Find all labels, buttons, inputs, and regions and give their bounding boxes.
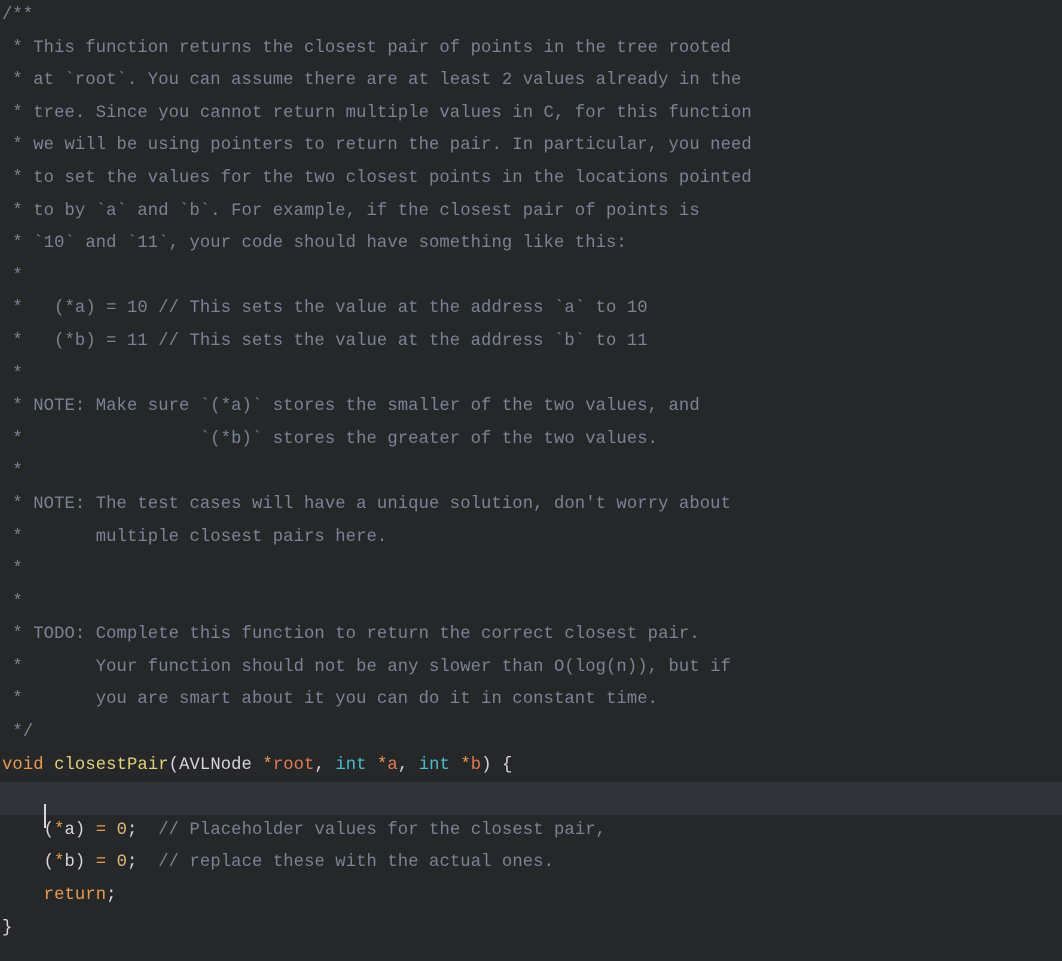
- code-line[interactable]: * tree. Since you cannot return multiple…: [0, 98, 1062, 131]
- code-line[interactable]: void closestPair(AVLNode *root, int *a, …: [0, 750, 1062, 783]
- code-token: }: [2, 919, 12, 938]
- code-token: [106, 853, 116, 872]
- code-token: *: [2, 560, 23, 579]
- code-token: * to by `a` and `b`. For example, if the…: [2, 202, 700, 221]
- code-token: int: [335, 756, 366, 775]
- code-token: *: [377, 756, 387, 775]
- code-token: * NOTE: Make sure `(*a)` stores the smal…: [2, 397, 700, 416]
- code-token: * you are smart about it you can do it i…: [2, 690, 658, 709]
- code-token: b): [65, 853, 96, 872]
- code-token: =: [96, 821, 106, 840]
- code-token: * This function returns the closest pair…: [2, 39, 731, 58]
- code-line[interactable]: * (*a) = 10 // This sets the value at th…: [0, 293, 1062, 326]
- code-line[interactable]: /**: [0, 0, 1062, 33]
- code-line[interactable]: * TODO: Complete this function to return…: [0, 619, 1062, 652]
- code-token: *: [54, 821, 64, 840]
- code-token: [2, 788, 44, 807]
- code-line[interactable]: * NOTE: Make sure `(*a)` stores the smal…: [0, 391, 1062, 424]
- code-token: * at `root`. You can assume there are at…: [2, 71, 741, 90]
- code-token: [450, 756, 460, 775]
- code-token: * (*a) = 10 // This sets the value at th…: [2, 299, 648, 318]
- code-line[interactable]: *: [0, 587, 1062, 620]
- code-token: ;: [127, 821, 158, 840]
- code-token: *: [54, 853, 64, 872]
- code-token: * (*b) = 11 // This sets the value at th…: [2, 332, 648, 351]
- code-line[interactable]: [0, 782, 1062, 815]
- code-line[interactable]: return;: [0, 880, 1062, 913]
- code-token: *: [2, 593, 23, 612]
- code-token: [2, 886, 44, 905]
- code-line[interactable]: * NOTE: The test cases will have a uniqu…: [0, 489, 1062, 522]
- code-token: root: [273, 756, 315, 775]
- code-token: a: [387, 756, 397, 775]
- code-token: (AVLNode: [169, 756, 263, 775]
- code-token: [44, 756, 54, 775]
- code-line[interactable]: * we will be using pointers to return th…: [0, 130, 1062, 163]
- code-token: */: [2, 723, 33, 742]
- code-token: * multiple closest pairs here.: [2, 528, 387, 547]
- code-token: * NOTE: The test cases will have a uniqu…: [2, 495, 731, 514]
- code-token: 0: [117, 821, 127, 840]
- code-line[interactable]: */: [0, 717, 1062, 750]
- code-token: ) {: [481, 756, 512, 775]
- code-token: 0: [117, 853, 127, 872]
- code-line[interactable]: *: [0, 261, 1062, 294]
- code-token: closestPair: [54, 756, 169, 775]
- code-token: *: [2, 365, 23, 384]
- code-line[interactable]: *: [0, 554, 1062, 587]
- code-line[interactable]: (*a) = 0; // Placeholder values for the …: [0, 815, 1062, 848]
- code-token: a): [65, 821, 96, 840]
- code-token: // Placeholder values for the closest pa…: [158, 821, 606, 840]
- code-line[interactable]: * `(*b)` stores the greater of the two v…: [0, 424, 1062, 457]
- code-token: *: [262, 756, 272, 775]
- code-token: * TODO: Complete this function to return…: [2, 625, 700, 644]
- code-line[interactable]: * `10` and `11`, your code should have s…: [0, 228, 1062, 261]
- code-line[interactable]: * to set the values for the two closest …: [0, 163, 1062, 196]
- code-line[interactable]: * This function returns the closest pair…: [0, 33, 1062, 66]
- code-token: =: [96, 853, 106, 872]
- code-token: * tree. Since you cannot return multiple…: [2, 104, 752, 123]
- code-token: int: [419, 756, 450, 775]
- code-token: ;: [106, 886, 116, 905]
- code-line[interactable]: * multiple closest pairs here.: [0, 522, 1062, 555]
- code-token: * Your function should not be any slower…: [2, 658, 731, 677]
- code-token: *: [2, 462, 23, 481]
- code-line[interactable]: *: [0, 359, 1062, 392]
- code-token: (: [2, 853, 54, 872]
- code-token: ;: [127, 853, 158, 872]
- code-line[interactable]: * you are smart about it you can do it i…: [0, 684, 1062, 717]
- code-line[interactable]: *: [0, 456, 1062, 489]
- code-token: ,: [398, 756, 419, 775]
- code-line[interactable]: }: [0, 913, 1062, 946]
- code-token: * to set the values for the two closest …: [2, 169, 752, 188]
- code-line[interactable]: * Your function should not be any slower…: [0, 652, 1062, 685]
- code-token: ,: [314, 756, 335, 775]
- code-token: *: [460, 756, 470, 775]
- code-line[interactable]: * to by `a` and `b`. For example, if the…: [0, 196, 1062, 229]
- code-token: [367, 756, 377, 775]
- code-token: * `10` and `11`, your code should have s…: [2, 234, 627, 253]
- code-token: (: [2, 821, 54, 840]
- code-line[interactable]: * at `root`. You can assume there are at…: [0, 65, 1062, 98]
- code-editor[interactable]: /** * This function returns the closest …: [0, 0, 1062, 945]
- code-token: void: [2, 756, 44, 775]
- code-token: [106, 821, 116, 840]
- code-token: b: [471, 756, 481, 775]
- code-token: return: [44, 886, 107, 905]
- code-token: * we will be using pointers to return th…: [2, 136, 752, 155]
- code-token: *: [2, 267, 23, 286]
- code-token: /**: [2, 6, 33, 25]
- code-token: // replace these with the actual ones.: [158, 853, 554, 872]
- code-line[interactable]: (*b) = 0; // replace these with the actu…: [0, 847, 1062, 880]
- code-token: * `(*b)` stores the greater of the two v…: [2, 430, 658, 449]
- code-line[interactable]: * (*b) = 11 // This sets the value at th…: [0, 326, 1062, 359]
